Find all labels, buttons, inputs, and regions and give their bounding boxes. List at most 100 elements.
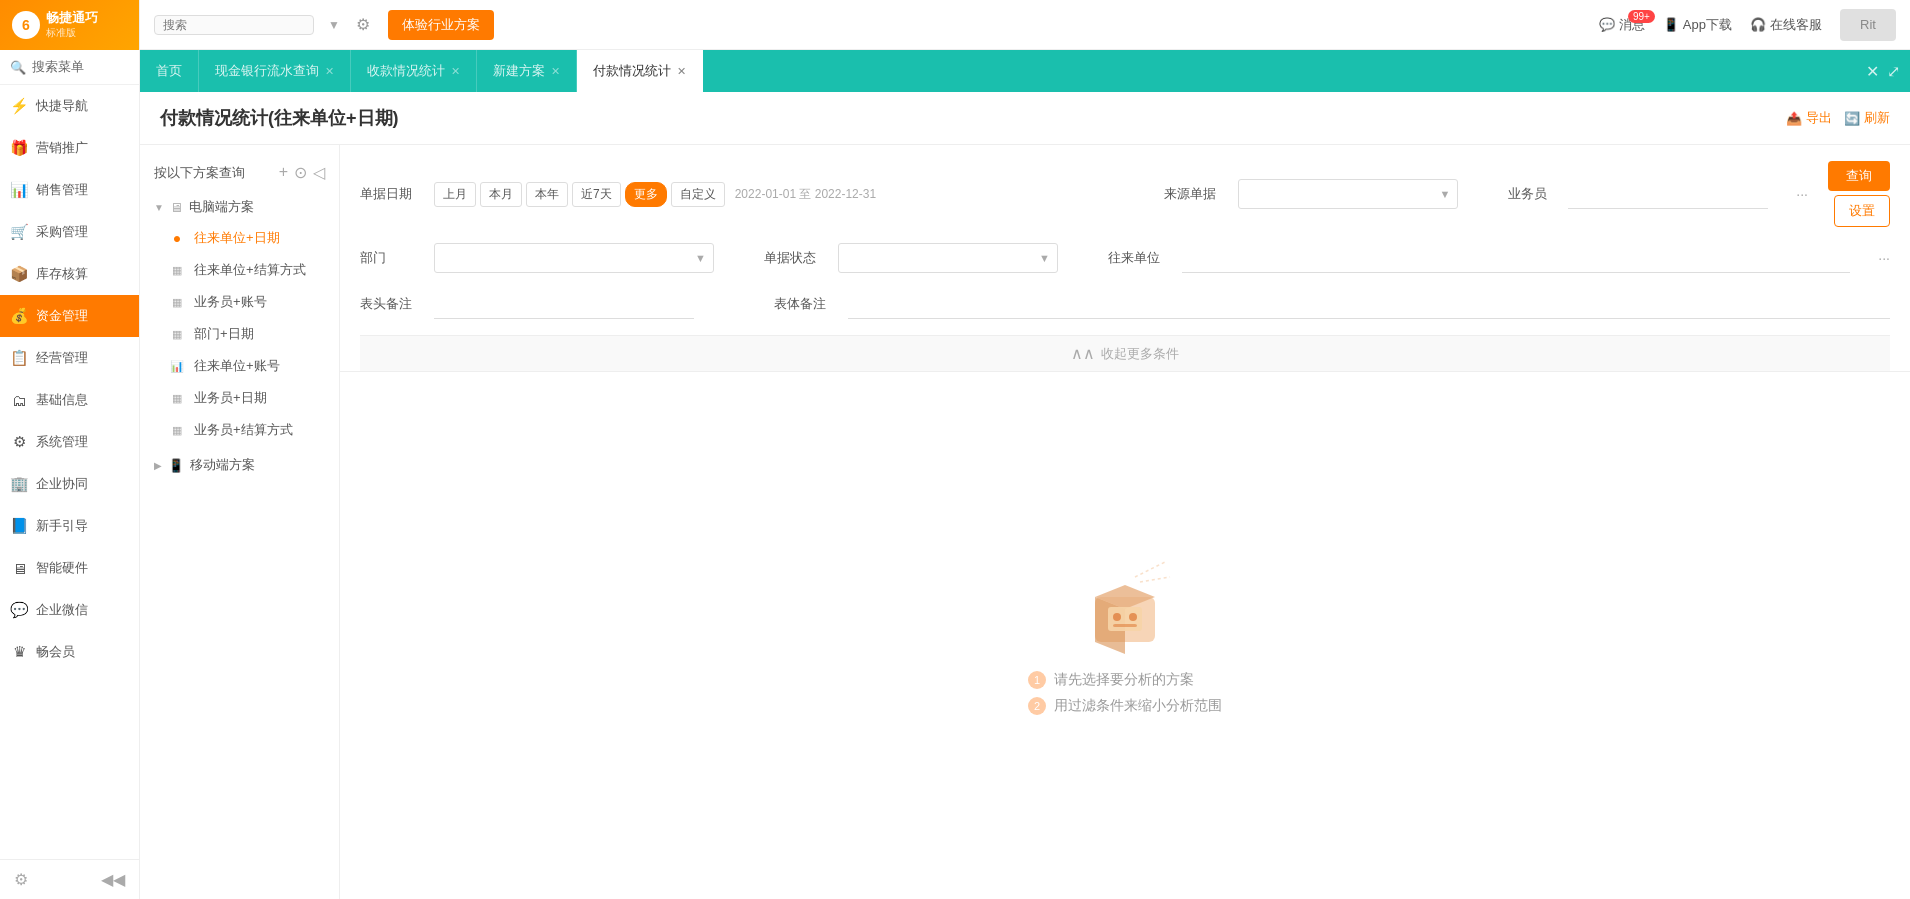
tab-expand-icon[interactable]: ⤢ xyxy=(1887,62,1900,81)
wechat-icon: 💬 xyxy=(10,601,28,619)
filter-counterpart-label: 往来单位 xyxy=(1108,249,1162,267)
sidebar-item-quick-nav[interactable]: ⚡ 快捷导航 xyxy=(0,85,139,127)
scheme-group-mobile: ▶ 📱 移动端方案 xyxy=(140,450,339,480)
filter-docstatus-select[interactable] xyxy=(838,243,1058,273)
scheme-item-salesperson-account[interactable]: ▦ 业务员+账号 xyxy=(140,286,339,318)
filter-date-more[interactable]: 更多 xyxy=(625,182,667,207)
sidebar-item-wechat[interactable]: 💬 企业微信 xyxy=(0,589,139,631)
sidebar-item-system[interactable]: ⚙ 系统管理 xyxy=(0,421,139,463)
scheme-item-counterpart-account[interactable]: 📊 往来单位+账号 xyxy=(140,350,339,382)
filter-counterpart-dots[interactable]: ··· xyxy=(1878,250,1890,266)
filter-source-wrap: ▼ xyxy=(1238,179,1458,209)
filter-dept-select[interactable] xyxy=(434,243,714,273)
hint-2-text: 用过滤条件来缩小分析范围 xyxy=(1054,697,1222,715)
mobile-icon: 📱 xyxy=(168,458,184,473)
sidebar-search[interactable]: 🔍 搜索菜单 xyxy=(0,50,139,85)
refresh-button[interactable]: 🔄 刷新 xyxy=(1844,109,1890,127)
system-icon: ⚙ xyxy=(10,433,28,451)
sidebar-item-label: 资金管理 xyxy=(36,307,88,325)
scheme-item-counterpart-date[interactable]: ● 往来单位+日期 xyxy=(140,222,339,254)
topbar-search-input[interactable] xyxy=(154,15,314,35)
filter-date-last-month[interactable]: 上月 xyxy=(434,182,476,207)
filter-date-this-month[interactable]: 本月 xyxy=(480,182,522,207)
filter-date-label: 单据日期 xyxy=(360,185,414,203)
logo-name: 畅捷通巧 xyxy=(46,10,98,26)
sidebar-logo: 6 畅捷通巧 标准版 xyxy=(0,0,139,50)
filter-date-buttons: 上月 本月 本年 近7天 更多 自定义 2022-01-01 至 2022-12… xyxy=(434,182,876,207)
sidebar-settings-icon[interactable]: ⚙ xyxy=(14,870,28,889)
tab-cash-flow-close[interactable]: ✕ xyxy=(325,65,334,78)
svg-line-8 xyxy=(1140,577,1170,582)
filter-body-note-input[interactable] xyxy=(848,289,1890,319)
filter-counterpart-input[interactable] xyxy=(1182,243,1850,273)
scheme-collapse-btn[interactable]: ◁ xyxy=(313,163,325,182)
main-body: 单据日期 上月 本月 本年 近7天 更多 自定义 2022-01-01 至 20… xyxy=(340,145,1910,899)
topbar-notice[interactable]: 💬 消息 99+ xyxy=(1599,16,1645,34)
sidebar-item-label: 销售管理 xyxy=(36,181,88,199)
filter-salesperson-label: 业务员 xyxy=(1508,185,1548,203)
page-title: 付款情况统计(往来单位+日期) xyxy=(160,106,399,130)
filter-settings-button[interactable]: 设置 xyxy=(1834,195,1890,227)
scheme-item-salesperson-date[interactable]: ▦ 业务员+日期 xyxy=(140,382,339,414)
sidebar-item-member[interactable]: ♛ 畅会员 xyxy=(0,631,139,673)
scheme-group-mobile-title[interactable]: ▶ 📱 移动端方案 xyxy=(140,450,339,480)
empty-hint-1: 1 请先选择要分析的方案 xyxy=(1028,671,1222,689)
sidebar-item-enterprise[interactable]: 🏢 企业协同 xyxy=(0,463,139,505)
sidebar-item-guide[interactable]: 📘 新手引导 xyxy=(0,505,139,547)
filter-header-note-label: 表头备注 xyxy=(360,295,414,313)
tab-home[interactable]: 首页 xyxy=(140,50,199,92)
service-label: 在线客服 xyxy=(1770,16,1822,34)
trial-button[interactable]: 体验行业方案 xyxy=(388,10,494,40)
tab-close-all-icon[interactable]: ✕ xyxy=(1866,62,1879,81)
scheme-item-dept-date[interactable]: ▦ 部门+日期 xyxy=(140,318,339,350)
sidebar-item-hardware[interactable]: 🖥 智能硬件 xyxy=(0,547,139,589)
sidebar-item-inventory[interactable]: 📦 库存核算 xyxy=(0,253,139,295)
collapse-bar[interactable]: ∧∧ 收起更多条件 xyxy=(360,335,1890,371)
topbar-service[interactable]: 🎧 在线客服 xyxy=(1750,16,1822,34)
topbar-app-download[interactable]: 📱 App下载 xyxy=(1663,16,1732,34)
tabbar: 首页 现金银行流水查询 ✕ 收款情况统计 ✕ 新建方案 ✕ 付款情况统计 ✕ ✕… xyxy=(140,50,1910,92)
sidebar-item-label: 智能硬件 xyxy=(36,559,88,577)
tab-receipt-stats[interactable]: 收款情况统计 ✕ xyxy=(351,50,477,92)
filter-date-range: 2022-01-01 至 2022-12-31 xyxy=(735,186,876,203)
filter-salesperson-input[interactable] xyxy=(1568,179,1768,209)
sidebar-item-operations[interactable]: 📋 经营管理 xyxy=(0,337,139,379)
topbar-settings-icon[interactable]: ⚙ xyxy=(356,15,370,34)
user-avatar[interactable]: Rit xyxy=(1840,9,1896,41)
logo-icon: 6 xyxy=(12,11,40,39)
sidebar-item-purchase[interactable]: 🛒 采购管理 xyxy=(0,211,139,253)
sidebar-item-base-info[interactable]: 🗂 基础信息 xyxy=(0,379,139,421)
filter-header-note-input[interactable] xyxy=(434,289,694,319)
scheme-add-btn[interactable]: + xyxy=(279,163,288,182)
hardware-icon: 🖥 xyxy=(10,559,28,577)
tab-cash-flow-label: 现金银行流水查询 xyxy=(215,62,319,80)
scheme-group-desktop-label: 电脑端方案 xyxy=(189,198,254,216)
filter-dept-label: 部门 xyxy=(360,249,414,267)
scheme-group-desktop-title[interactable]: ▼ 🖥 电脑端方案 xyxy=(140,192,339,222)
filter-date-custom[interactable]: 自定义 xyxy=(671,182,725,207)
tab-new-scheme[interactable]: 新建方案 ✕ xyxy=(477,50,577,92)
filter-section: 单据日期 上月 本月 本年 近7天 更多 自定义 2022-01-01 至 20… xyxy=(340,145,1910,372)
filter-date-last7[interactable]: 近7天 xyxy=(572,182,621,207)
filter-date-this-year[interactable]: 本年 xyxy=(526,182,568,207)
tab-cash-flow[interactable]: 现金银行流水查询 ✕ xyxy=(199,50,351,92)
query-button[interactable]: 查询 xyxy=(1828,161,1890,191)
export-button[interactable]: 📤 导出 xyxy=(1786,109,1832,127)
sales-icon: 📊 xyxy=(10,181,28,199)
sidebar-item-marketing[interactable]: 🎁 营销推广 xyxy=(0,127,139,169)
finance-icon: 💰 xyxy=(10,307,28,325)
filter-salesperson-dots[interactable]: ··· xyxy=(1796,186,1808,202)
scheme-item-counterpart-settlement[interactable]: ▦ 往来单位+结算方式 xyxy=(140,254,339,286)
scheme-item-salesperson-settlement[interactable]: ▦ 业务员+结算方式 xyxy=(140,414,339,446)
tab-new-scheme-close[interactable]: ✕ xyxy=(551,65,560,78)
sidebar-item-finance[interactable]: 💰 资金管理 xyxy=(0,295,139,337)
filter-source-select[interactable] xyxy=(1238,179,1458,209)
sidebar-collapse-icon[interactable]: ◀◀ xyxy=(101,870,125,889)
enterprise-icon: 🏢 xyxy=(10,475,28,493)
tab-payment-stats-close[interactable]: ✕ xyxy=(677,65,686,78)
tab-payment-stats[interactable]: 付款情况统计 ✕ xyxy=(577,50,703,92)
tab-receipt-stats-close[interactable]: ✕ xyxy=(451,65,460,78)
sidebar-item-sales[interactable]: 📊 销售管理 xyxy=(0,169,139,211)
scheme-settings-btn[interactable]: ⊙ xyxy=(294,163,307,182)
logo-sub: 标准版 xyxy=(46,26,98,40)
